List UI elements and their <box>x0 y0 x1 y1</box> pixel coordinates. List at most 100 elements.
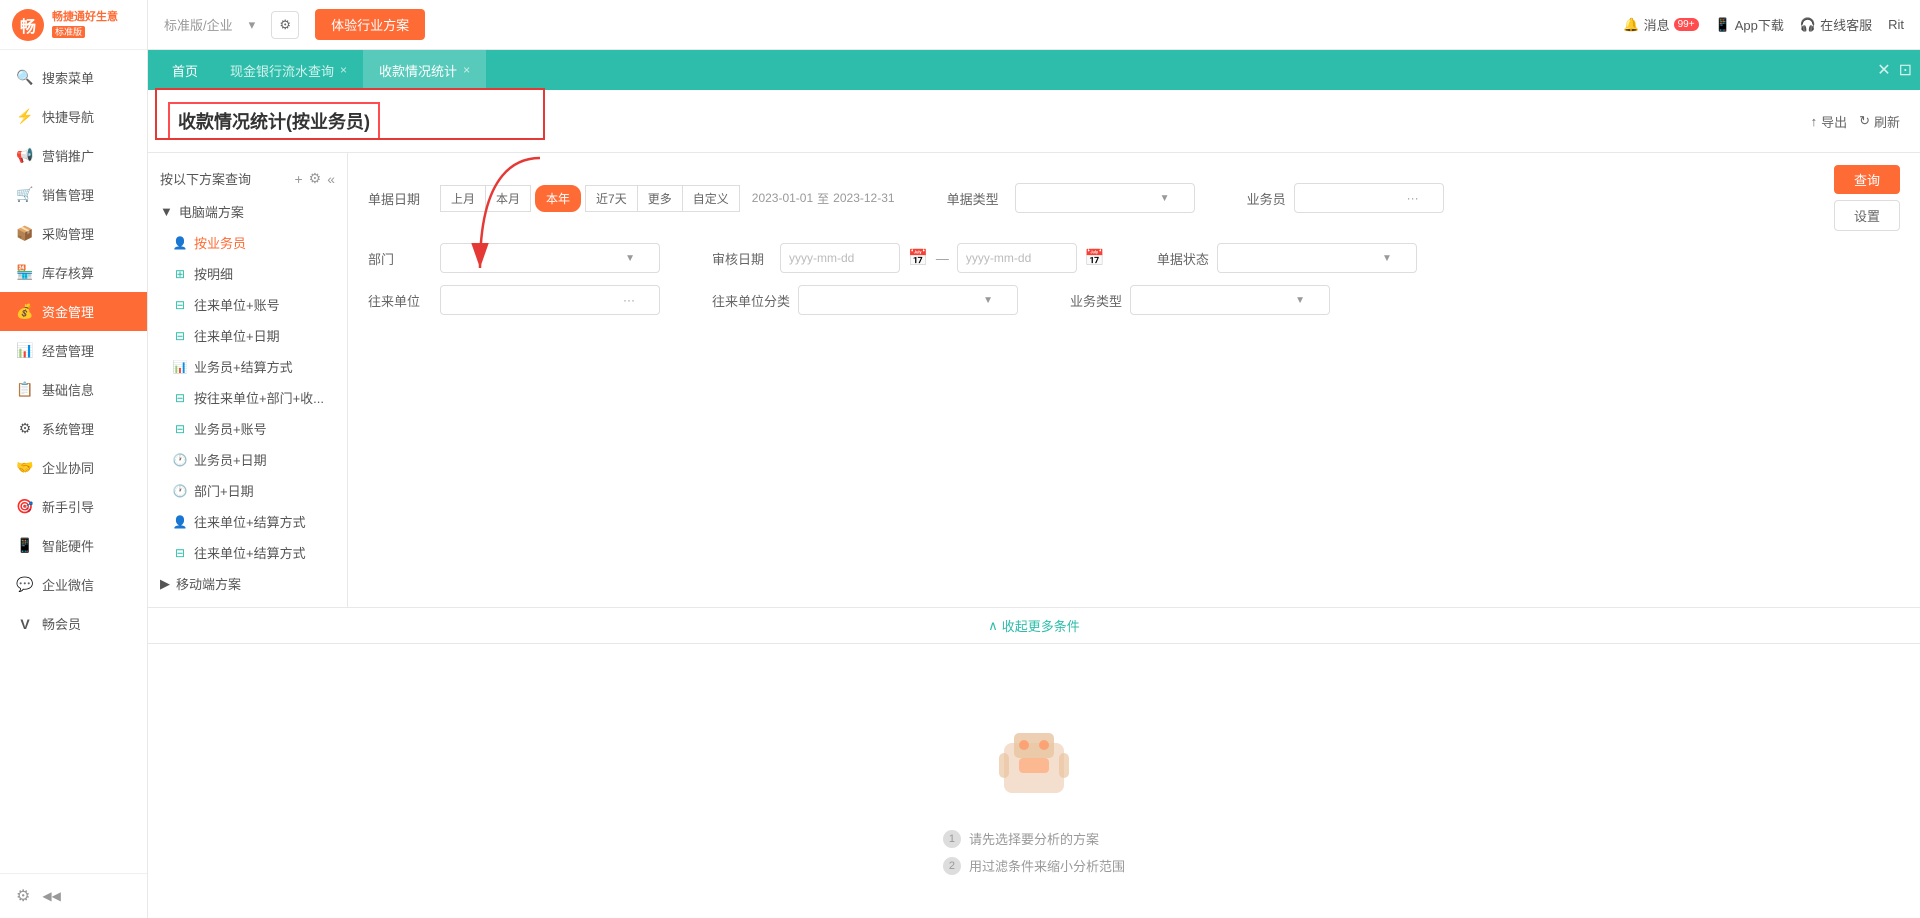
sidebar-item-search-menu[interactable]: 🔍 搜索菜单 <box>0 58 147 97</box>
page-title: 收款情况统计(按业务员) <box>168 102 380 140</box>
scheme-collapse-icon[interactable]: « <box>327 171 335 187</box>
date-btn-more[interactable]: 更多 <box>638 185 683 212</box>
table-icon-3: ⊟ <box>172 390 188 406</box>
staff-more-icon[interactable]: ··· <box>1407 191 1419 205</box>
app-download-button[interactable]: 📱 App下载 <box>1715 15 1784 34</box>
settings-button[interactable]: 设置 <box>1834 200 1900 231</box>
scheme-partner-date[interactable]: ⊟ 往来单位+日期 <box>148 320 347 351</box>
scheme-by-detail[interactable]: ⊞ 按明细 <box>148 258 347 289</box>
sidebar: 畅 畅捷通好生意 标准版 🔍 搜索菜单 ⚡ 快捷导航 📢 营销推广 🛒 销售管理 <box>0 0 148 918</box>
page-header-actions: ↑ 导出 ↻ 刷新 <box>1811 112 1900 131</box>
sidebar-item-system[interactable]: ⚙ 系统管理 <box>0 409 147 448</box>
scheme-partner-settle2[interactable]: ⊟ 往来单位+结算方式 <box>148 537 347 568</box>
scheme-dept-date[interactable]: 🕐 部门+日期 <box>148 475 347 506</box>
collapse-conditions-button[interactable]: ∧ 收起更多条件 <box>148 608 1920 644</box>
date-btn-custom[interactable]: 自定义 <box>683 185 740 212</box>
date-range-display: 2023-01-01 至 2023-12-31 <box>752 190 895 207</box>
doc-status-select[interactable]: ▼ <box>1217 243 1417 273</box>
staff-select[interactable]: ··· <box>1294 183 1444 213</box>
tab-close-bank-flow[interactable]: × <box>340 63 347 77</box>
partner-class-label: 往来单位分类 <box>712 291 790 310</box>
topbar-settings-button[interactable]: ⚙ <box>271 11 299 39</box>
doc-type-select[interactable]: ▼ <box>1015 183 1195 213</box>
operations-icon: 📊 <box>16 342 34 360</box>
scheme-partner-dept[interactable]: ⊟ 按往来单位+部门+收... <box>148 382 347 413</box>
sidebar-item-guide[interactable]: 🎯 新手引导 <box>0 487 147 526</box>
scheme-staff-account[interactable]: ⊟ 业务员+账号 <box>148 413 347 444</box>
refresh-button[interactable]: ↻ 刷新 <box>1859 112 1900 131</box>
biz-type-select[interactable]: ▼ <box>1130 285 1330 315</box>
sidebar-nav: 🔍 搜索菜单 ⚡ 快捷导航 📢 营销推广 🛒 销售管理 📦 采购管理 🏪 <box>0 50 147 873</box>
mobile-group-title[interactable]: ▶ 移动端方案 <box>148 568 347 599</box>
partner-class-select[interactable]: ▼ <box>798 285 1018 315</box>
marketing-icon: 📢 <box>16 147 34 165</box>
collapse-icon: ∧ <box>988 618 998 634</box>
date-btn-last-month[interactable]: 上月 <box>440 185 486 212</box>
date-btn-this-year[interactable]: 本年 <box>535 185 581 212</box>
tab-bank-flow[interactable]: 现金银行流水查询 × <box>214 50 363 90</box>
scheme-header-actions: + ⚙ « <box>294 170 335 187</box>
scheme-partner-settle[interactable]: 👤 往来单位+结算方式 <box>148 506 347 537</box>
calendar-icon-2[interactable]: 📅 <box>1085 248 1105 268</box>
query-button[interactable]: 查询 <box>1834 165 1900 194</box>
dept-label: 部门 <box>368 249 428 268</box>
scheme-settings-icon[interactable]: ⚙ <box>309 170 322 187</box>
enterprise-icon: 🤝 <box>16 459 34 477</box>
date-separator: — <box>936 251 949 266</box>
window-close-button[interactable]: ✕ <box>1877 60 1890 80</box>
footer-settings-icon[interactable]: ⚙ <box>16 886 30 906</box>
dept-select[interactable]: ▼ <box>440 243 660 273</box>
refresh-icon: ↻ <box>1859 113 1870 129</box>
tabbar-actions: ✕ ⊡ <box>1877 60 1912 80</box>
date-btn-7days[interactable]: 近7天 <box>585 185 638 212</box>
sidebar-item-quick-nav[interactable]: ⚡ 快捷导航 <box>0 97 147 136</box>
tab-home[interactable]: 首页 <box>156 61 214 80</box>
scheme-by-staff[interactable]: 👤 按业务员 <box>148 227 347 258</box>
sidebar-item-member[interactable]: V 畅会员 <box>0 604 147 643</box>
mobile-scheme-group: ▶ 移动端方案 <box>148 568 347 599</box>
scheme-add-icon[interactable]: + <box>294 171 302 187</box>
audit-date-from[interactable]: yyyy-mm-dd <box>780 243 900 273</box>
window-maximize-button[interactable]: ⊡ <box>1899 60 1912 80</box>
pc-group-title[interactable]: ▼ 电脑端方案 <box>148 196 347 227</box>
tab-receipt-stats[interactable]: 收款情况统计 × <box>363 50 486 90</box>
sidebar-item-enterprise[interactable]: 🤝 企业协同 <box>0 448 147 487</box>
calendar-icon-1[interactable]: 📅 <box>908 248 928 268</box>
filter-action-buttons: 查询 设置 <box>1834 165 1900 231</box>
footer-expand-icon[interactable]: ◀◀ <box>42 889 60 903</box>
trial-button[interactable]: 体验行业方案 <box>315 9 425 40</box>
online-service-button[interactable]: 🎧 在线客服 <box>1800 15 1872 34</box>
date-btn-this-month[interactable]: 本月 <box>486 185 531 212</box>
purchase-icon: 📦 <box>16 225 34 243</box>
scheme-staff-settle[interactable]: 📊 业务员+结算方式 <box>148 351 347 382</box>
sidebar-item-inventory[interactable]: 🏪 库存核算 <box>0 253 147 292</box>
notification-button[interactable]: 🔔 消息 99+ <box>1623 15 1698 34</box>
sidebar-item-marketing[interactable]: 📢 营销推广 <box>0 136 147 175</box>
tab-close-receipt-stats[interactable]: × <box>463 63 470 77</box>
sidebar-item-sales[interactable]: 🛒 销售管理 <box>0 175 147 214</box>
partner-more-icon[interactable]: ··· <box>623 293 635 307</box>
biz-type-label: 业务类型 <box>1070 291 1122 310</box>
robot-svg <box>984 713 1084 813</box>
audit-date-to[interactable]: yyyy-mm-dd <box>957 243 1077 273</box>
partner-class-filter: 往来单位分类 ▼ <box>712 285 1018 315</box>
doc-status-chevron: ▼ <box>1382 253 1392 264</box>
clock-icon-1: 🕐 <box>172 452 188 468</box>
search-icon: 🔍 <box>16 69 34 87</box>
export-button[interactable]: ↑ 导出 <box>1811 112 1848 131</box>
partner-select[interactable]: ··· <box>440 285 660 315</box>
sidebar-item-operations[interactable]: 📊 经营管理 <box>0 331 147 370</box>
sidebar-item-finance[interactable]: 💰 资金管理 <box>0 292 147 331</box>
sidebar-item-wechat[interactable]: 💬 企业微信 <box>0 565 147 604</box>
sidebar-item-smart-hw[interactable]: 📱 智能硬件 <box>0 526 147 565</box>
scheme-staff-date[interactable]: 🕐 业务员+日期 <box>148 444 347 475</box>
scheme-partner-account[interactable]: ⊟ 往来单位+账号 <box>148 289 347 320</box>
table-icon-5: ⊟ <box>172 545 188 561</box>
sidebar-item-purchase[interactable]: 📦 采购管理 <box>0 214 147 253</box>
clock-icon-2: 🕐 <box>172 483 188 499</box>
partner-class-chevron: ▼ <box>983 295 993 306</box>
sidebar-item-base-info[interactable]: 📋 基础信息 <box>0 370 147 409</box>
empty-state-illustration <box>984 713 1084 813</box>
logo-text: 畅捷通好生意 标准版 <box>52 10 118 39</box>
detail-icon: ⊞ <box>172 266 188 282</box>
